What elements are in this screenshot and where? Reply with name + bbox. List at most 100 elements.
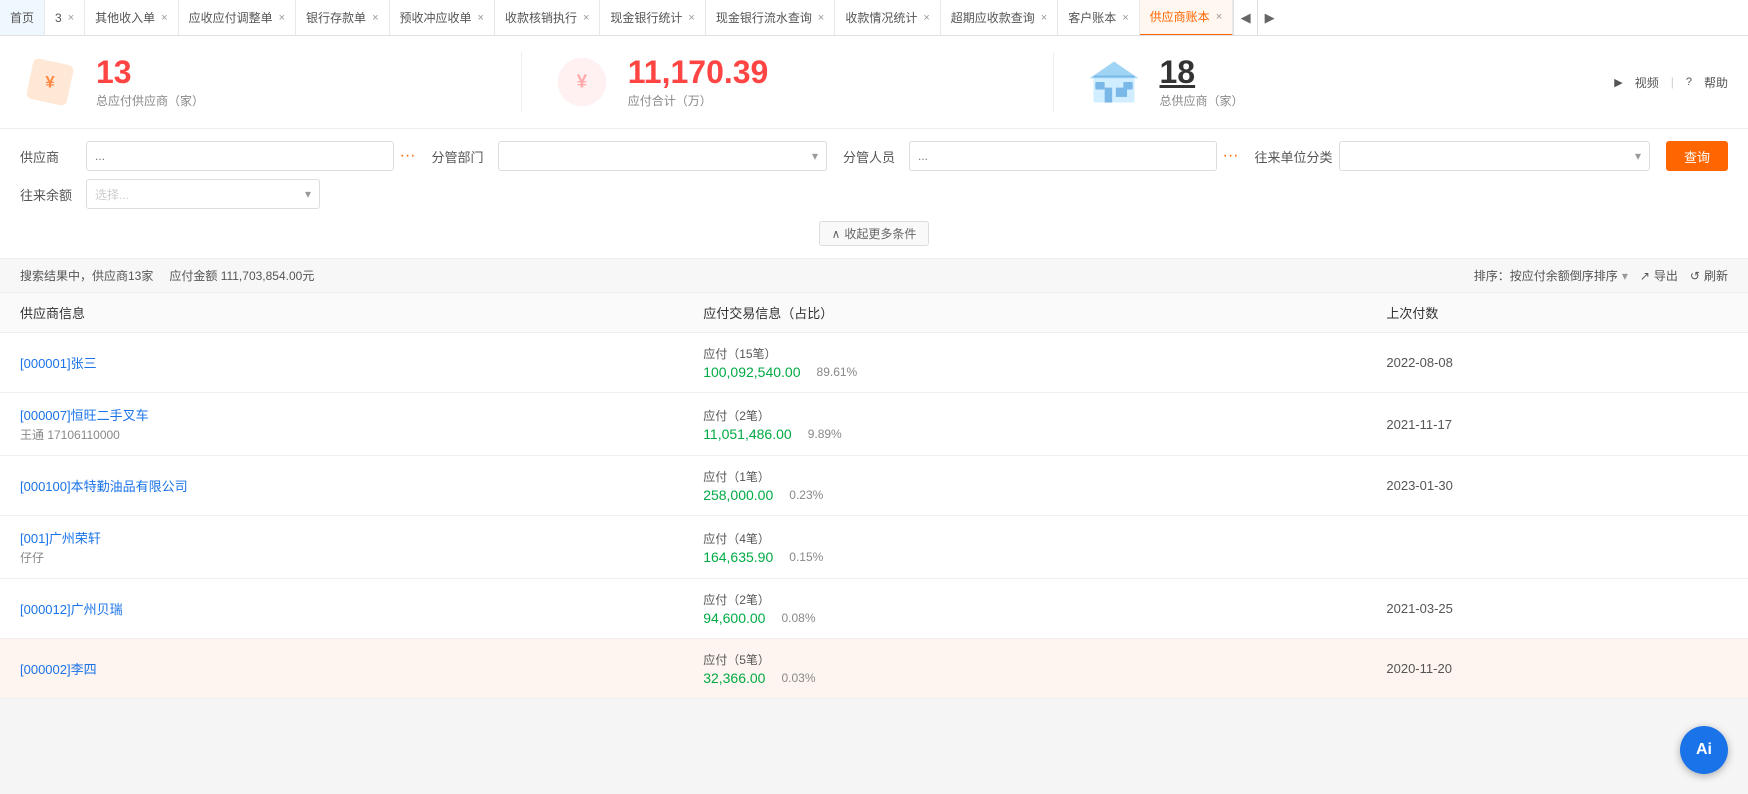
payable-suppliers-number: 13 [96, 56, 491, 88]
nav-tab-prepaid-ar[interactable]: 预收冲应收单 × [390, 0, 495, 36]
refresh-icon: ↺ [1690, 269, 1700, 283]
nav-tab-supplier-ledger[interactable]: 供应商账本 × [1140, 0, 1233, 36]
close-icon[interactable]: × [161, 12, 167, 24]
close-icon[interactable]: × [1041, 12, 1047, 24]
tx-amount[interactable]: 94,600.00 [703, 610, 765, 626]
table-row: [000012]广州贝瑞 应付（2笔） 94,600.00 0.08% 2021… [0, 579, 1748, 639]
tx-amount[interactable]: 100,092,540.00 [703, 364, 800, 380]
filter-row-2: 往来余额 选择... ▾ [20, 179, 1728, 209]
manager-input[interactable] [909, 141, 1217, 171]
ai-label: Ai [1696, 741, 1712, 759]
tx-amount[interactable]: 258,000.00 [703, 487, 773, 503]
nav-next-arrow[interactable]: ▶ [1257, 0, 1281, 36]
transaction-cell: 应付（5笔） 32,366.00 0.03% [703, 651, 1386, 686]
table-row: [000001]张三 应付（15笔） 100,092,540.00 89.61%… [0, 333, 1748, 393]
nav-tab-customer-ledger[interactable]: 客户账本 × [1058, 0, 1139, 36]
balance-select[interactable]: 选择... ▾ [86, 179, 320, 209]
chevron-down-icon: ▾ [1635, 149, 1641, 163]
summary-text-payable-total: 11,170.39 应付合计（万） [628, 56, 1023, 109]
balance-label: 往来余额 [20, 185, 80, 204]
close-icon[interactable]: × [688, 12, 694, 24]
refresh-label: 刷新 [1704, 267, 1728, 284]
tx-label: 应付（15笔） [703, 345, 1386, 362]
close-icon[interactable]: × [478, 12, 484, 24]
nav-tab-overdue-ar[interactable]: 超期应收款查询 × [941, 0, 1058, 36]
manager-dots[interactable]: ··· [1223, 147, 1239, 165]
balance-placeholder: 选择... [95, 186, 129, 203]
close-icon[interactable]: × [68, 12, 74, 24]
filter-department: 分管部门 ▾ [432, 141, 828, 171]
result-info: 搜索结果中，供应商13家 应付金额 111,703,854.00元 [20, 267, 314, 284]
export-icon: ↗ [1640, 269, 1650, 283]
summary-item-payable-total: ¥ 11,170.39 应付合计（万） [552, 52, 1054, 112]
nav-tab-cash-bank-stat[interactable]: 现金银行统计 × [600, 0, 705, 36]
tx-label: 应付（1笔） [703, 468, 1386, 485]
chevron-down-icon: ▾ [305, 187, 311, 201]
tx-amount[interactable]: 164,635.90 [703, 549, 773, 565]
filter-category: 往来单位分类 ▾ [1255, 141, 1651, 171]
collapse-button[interactable]: ∧ 收起更多条件 [819, 221, 930, 246]
th-lastpay: 上次付数 [1386, 303, 1728, 322]
summary-text-payable-suppliers: 13 总应付供应商（家） [96, 56, 491, 109]
tx-label: 应付（5笔） [703, 651, 1386, 668]
nav-tab-receipt-write-off[interactable]: 收款核销执行 × [495, 0, 600, 36]
nav-tab-other-income[interactable]: 其他收入单 × [85, 0, 178, 36]
video-link[interactable]: 视频 [1635, 74, 1659, 91]
supplier-dots[interactable]: ··· [400, 147, 416, 165]
lastpay-cell: 2023-01-30 [1386, 478, 1728, 493]
tx-percent: 89.61% [817, 365, 858, 379]
supplier-sub: 仔仔 [20, 549, 703, 566]
nav-tab-3[interactable]: 3 × [45, 0, 85, 36]
tx-amount[interactable]: 32,366.00 [703, 670, 765, 686]
nav-tab-cash-bank-flow[interactable]: 现金银行流水查询 × [706, 0, 835, 36]
table-row: [000002]李四 应付（5笔） 32,366.00 0.03% 2020-1… [0, 639, 1748, 699]
close-icon[interactable]: × [1122, 12, 1128, 24]
supplier-link[interactable]: [000002]李四 [20, 659, 703, 678]
result-amount-text: 应付金额 111,703,854.00元 [169, 267, 314, 284]
refresh-button[interactable]: ↺ 刷新 [1690, 267, 1728, 284]
tx-amount[interactable]: 11,051,486.00 [703, 426, 792, 442]
supplier-link[interactable]: [000012]广州贝瑞 [20, 599, 703, 618]
payable-total-label: 应付合计（万） [628, 92, 1023, 109]
nav-tab-home[interactable]: 首页 [0, 0, 45, 36]
tx-percent: 0.08% [781, 611, 815, 625]
svg-text:¥: ¥ [45, 73, 55, 92]
supplier-input[interactable] [86, 141, 394, 171]
export-button[interactable]: ↗ 导出 [1640, 267, 1678, 284]
video-icon: ▶ [1614, 76, 1622, 89]
help-link[interactable]: 帮助 [1704, 74, 1728, 91]
supplier-label: 供应商 [20, 147, 80, 166]
help-icon: ? [1686, 76, 1692, 88]
close-icon[interactable]: × [923, 12, 929, 24]
nav-tab-receipt-stat[interactable]: 收款情况统计 × [835, 0, 940, 36]
supplier-link[interactable]: [001]广州荣轩 [20, 528, 703, 547]
summary-bar: ¥ 13 总应付供应商（家） ¥ 11,170.39 应付合计（万） [0, 36, 1748, 129]
close-icon[interactable]: × [583, 12, 589, 24]
payable-suppliers-icon: ¥ [20, 52, 80, 112]
close-icon[interactable]: × [279, 12, 285, 24]
query-button[interactable]: 查询 [1666, 141, 1728, 171]
total-suppliers-label: 总供应商（家） [1160, 92, 1555, 109]
close-icon[interactable]: × [1216, 11, 1222, 23]
th-supplier: 供应商信息 [20, 303, 703, 322]
sort-button[interactable]: 排序：按应付余额倒序排序 ▾ [1474, 267, 1628, 284]
supplier-cell: [000002]李四 [20, 659, 703, 678]
filter-supplier: 供应商 ··· [20, 141, 416, 171]
table-row: [000100]本特勤油品有限公司 应付（1笔） 258,000.00 0.23… [0, 456, 1748, 516]
total-suppliers-number[interactable]: 18 [1160, 56, 1555, 88]
supplier-link[interactable]: [000007]恒旺二手叉车 [20, 405, 703, 424]
category-select[interactable]: ▾ [1339, 141, 1650, 171]
collapse-icon: ∧ [832, 227, 841, 241]
supplier-link[interactable]: [000001]张三 [20, 353, 703, 372]
nav-prev-arrow[interactable]: ◀ [1233, 0, 1257, 36]
filter-manager: 分管人员 ··· [843, 141, 1239, 171]
nav-tab-bank-deposit[interactable]: 银行存款单 × [296, 0, 389, 36]
close-icon[interactable]: × [818, 12, 824, 24]
department-select[interactable]: ▾ [498, 141, 828, 171]
nav-tab-ar-ap-adjust[interactable]: 应收应付调整单 × [179, 0, 296, 36]
collapse-label: 收起更多条件 [844, 225, 916, 242]
supplier-link[interactable]: [000100]本特勤油品有限公司 [20, 476, 703, 495]
sort-label: 排序：按应付余额倒序排序 [1474, 267, 1618, 284]
ai-button[interactable]: Ai [1680, 726, 1728, 774]
close-icon[interactable]: × [372, 12, 378, 24]
